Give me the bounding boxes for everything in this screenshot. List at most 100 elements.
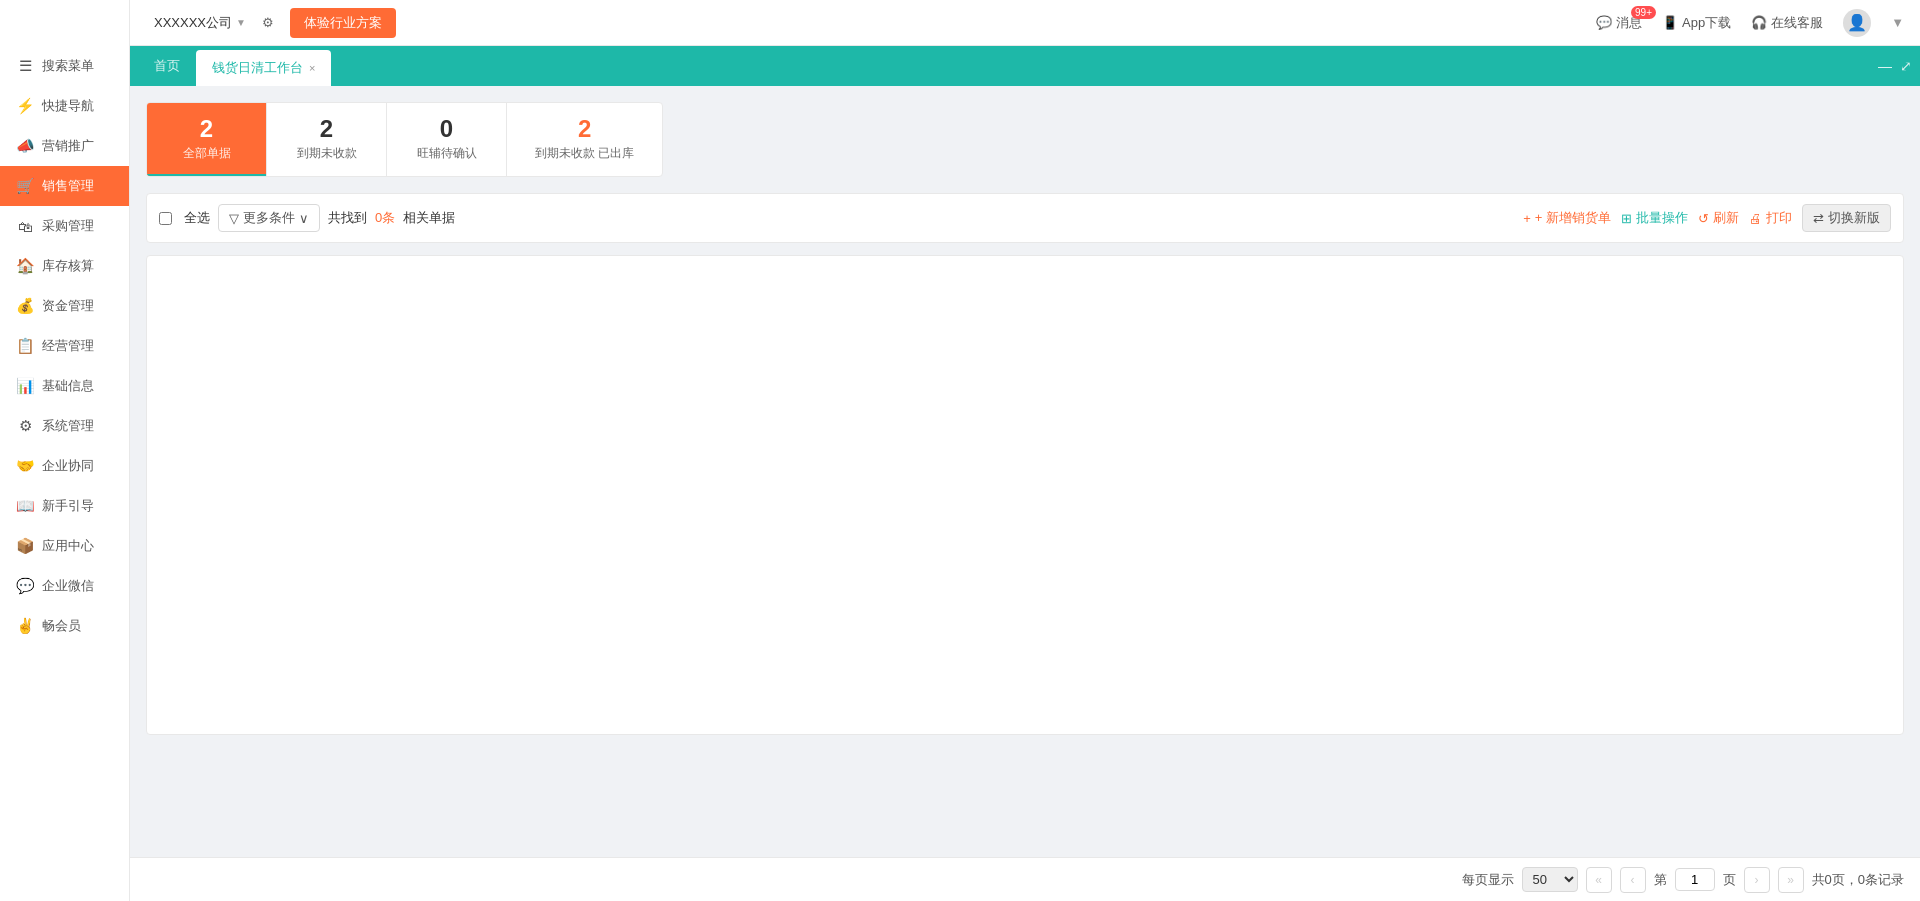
settings-button[interactable]: ⚙ [254,9,282,37]
stat-label-shipped: 到期未收款 已出库 [535,145,634,162]
toolbar-left: 全选 ▽ 更多条件 ∨ 共找到 0条 相关单据 [159,204,1515,232]
page-label: 第 [1654,871,1667,889]
new-order-button[interactable]: + + 新增销货单 [1523,209,1611,227]
collab-icon: 🤝 [16,457,34,475]
message-icon: 💬 [1596,15,1612,30]
sidebar-item-guide[interactable]: 📖 新手引导 [0,486,129,526]
online-service-button[interactable]: 🎧 在线客服 [1751,14,1823,32]
sidebar-item-quicknav[interactable]: ⚡ 快捷导航 [0,86,129,126]
stat-label-all: 全部单据 [175,145,238,162]
sidebar-item-apps[interactable]: 📦 应用中心 [0,526,129,566]
toolbar: 全选 ▽ 更多条件 ∨ 共找到 0条 相关单据 + + 新增销货单 ⊞ 批量操作… [146,193,1904,243]
app-download-button[interactable]: 📱 App下载 [1662,14,1731,32]
stat-label-wangfu: 旺辅待确认 [415,145,478,162]
stat-card-shipped[interactable]: 2 到期未收款 已出库 [507,103,662,176]
close-tab-icon[interactable]: × [309,62,315,74]
basics-icon: 📊 [16,377,34,395]
company-selector[interactable]: XXXXXX公司 ▼ [154,14,246,32]
header: 6 畅捷通好生意 标准版 XXXXXX公司 ▼ ⚙ 体验行业方案 💬 消息 99… [0,0,1920,46]
member-icon: ✌ [16,617,34,635]
switch-icon: ⇄ [1813,211,1824,226]
filter-icon: ▽ [229,211,239,226]
sidebar-item-system[interactable]: ⚙ 系统管理 [0,406,129,446]
page-suffix: 页 [1723,871,1736,889]
sidebar-item-basics[interactable]: 📊 基础信息 [0,366,129,406]
message-button[interactable]: 💬 消息 99+ [1596,14,1642,32]
tab-workbench[interactable]: 钱货日清工作台 × [196,50,331,86]
stat-number-all: 2 [175,117,238,141]
message-badge: 99+ [1631,6,1656,19]
guide-icon: 📖 [16,497,34,515]
tab-bar: 首页 钱货日清工作台 × — ⤢ [130,46,1920,86]
weixin-icon: 💬 [16,577,34,595]
stat-number-overdue: 2 [295,117,358,141]
print-icon: 🖨 [1749,211,1762,226]
finance-icon: 💰 [16,297,34,315]
next-page-button[interactable]: › [1744,867,1770,893]
avatar[interactable]: 👤 [1843,9,1871,37]
sidebar-item-operations[interactable]: 📋 经营管理 [0,326,129,366]
add-icon: + [1523,211,1531,226]
download-icon: 📱 [1662,15,1678,30]
header-right: 💬 消息 99+ 📱 App下载 🎧 在线客服 👤 ▼ [1596,9,1904,37]
sidebar-item-weixin[interactable]: 💬 企业微信 [0,566,129,606]
tab-expand-icon[interactable]: ⤢ [1900,58,1912,74]
company-name: XXXXXX公司 [154,14,232,32]
sales-icon: 🛒 [16,177,34,195]
tab-underline [147,174,266,176]
first-page-button[interactable]: « [1586,867,1612,893]
select-all-checkbox[interactable] [159,212,172,225]
sidebar-item-purchase[interactable]: 🛍 采购管理 [0,206,129,246]
toolbar-right: + + 新增销货单 ⊞ 批量操作 ↺ 刷新 🖨 打印 ⇄ 切换新版 [1523,204,1891,232]
stat-card-overdue[interactable]: 2 到期未收款 [267,103,387,176]
purchase-icon: 🛍 [16,218,34,235]
user-name[interactable]: ▼ [1891,15,1904,30]
operations-icon: 📋 [16,337,34,355]
sidebar-item-inventory[interactable]: 🏠 库存核算 [0,246,129,286]
sidebar-item-sales[interactable]: 🛒 销售管理 [0,166,129,206]
sidebar-item-collab[interactable]: 🤝 企业协同 [0,446,129,486]
select-all-label: 全选 [184,209,210,227]
tab-minimize-icon[interactable]: — [1878,58,1892,74]
per-page-select[interactable]: 50 20 100 [1522,867,1578,892]
quicknav-icon: ⚡ [16,97,34,115]
system-icon: ⚙ [16,417,34,435]
stat-cards: 2 全部单据 2 到期未收款 0 旺辅待确认 2 到期未收款 已出库 [146,102,663,177]
tab-bar-actions: — ⤢ [1878,58,1912,74]
company-dropdown-arrow: ▼ [236,17,246,28]
experience-button[interactable]: 体验行业方案 [290,8,396,38]
batch-button[interactable]: ⊞ 批量操作 [1621,209,1688,227]
filter-button[interactable]: ▽ 更多条件 ∨ [218,204,320,232]
tab-home[interactable]: 首页 [138,46,196,86]
sidebar-item-finance[interactable]: 💰 资金管理 [0,286,129,326]
prev-page-button[interactable]: ‹ [1620,867,1646,893]
inventory-icon: 🏠 [16,257,34,275]
sidebar-item-member[interactable]: ✌ 畅会员 [0,606,129,646]
last-page-button[interactable]: » [1778,867,1804,893]
main-content: 2 全部单据 2 到期未收款 0 旺辅待确认 2 到期未收款 已出库 全选 ▽ … [130,86,1920,901]
per-page-label: 每页显示 [1462,871,1514,889]
switch-version-button[interactable]: ⇄ 切换新版 [1802,204,1891,232]
marketing-icon: 📣 [16,137,34,155]
stat-card-all[interactable]: 2 全部单据 [147,103,267,176]
pagination: 每页显示 50 20 100 « ‹ 第 1 页 › » 共0页，0条记录 [130,857,1920,901]
sidebar-item-search[interactable]: ☰ 搜索菜单 [0,46,129,86]
print-button[interactable]: 🖨 打印 [1749,209,1792,227]
stat-label-overdue: 到期未收款 [295,145,358,162]
search-result-suffix: 相关单据 [403,209,455,227]
stat-card-wangfu[interactable]: 0 旺辅待确认 [387,103,507,176]
refresh-icon: ↺ [1698,211,1709,226]
search-result-count: 0条 [375,209,395,227]
total-info: 共0页，0条记录 [1812,871,1904,889]
stat-number-wangfu: 0 [415,117,478,141]
current-page-input[interactable]: 1 [1675,868,1715,891]
sidebar: ☰ 搜索菜单 ⚡ 快捷导航 📣 营销推广 🛒 销售管理 🛍 采购管理 🏠 库存核… [0,0,130,901]
search-menu-icon: ☰ [16,57,34,75]
sidebar-item-marketing[interactable]: 📣 营销推广 [0,126,129,166]
search-result-prefix: 共找到 [328,209,367,227]
filter-arrow-icon: ∨ [299,211,309,226]
table-area [146,255,1904,735]
refresh-button[interactable]: ↺ 刷新 [1698,209,1739,227]
batch-icon: ⊞ [1621,211,1632,226]
stat-number-shipped: 2 [535,117,634,141]
